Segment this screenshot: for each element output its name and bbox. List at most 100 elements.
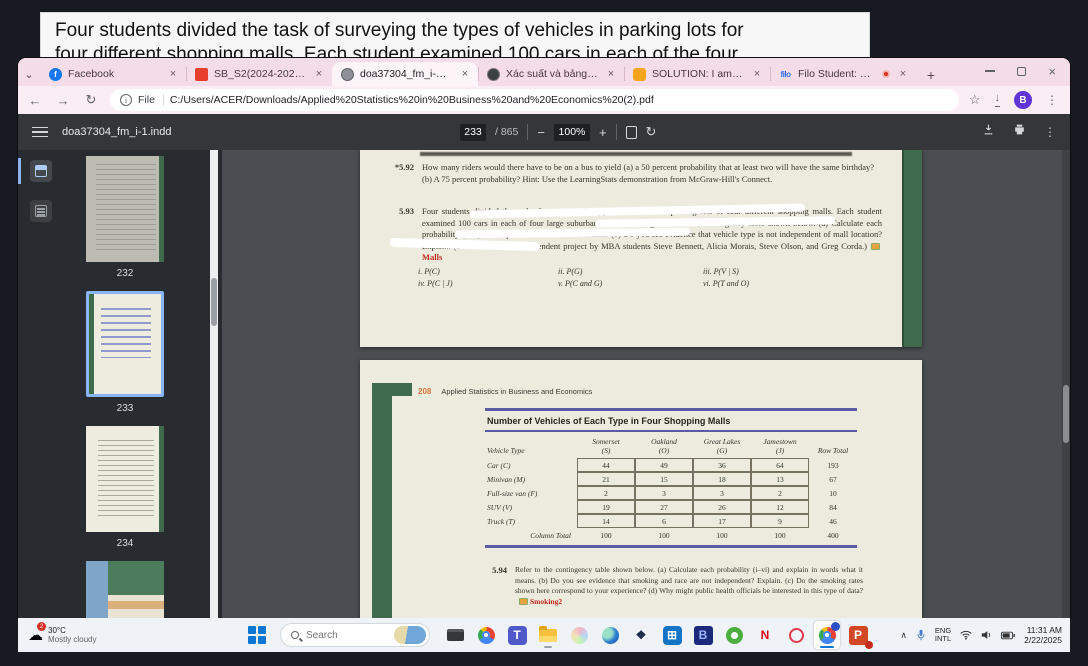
search-highlight-image[interactable] [394, 626, 426, 644]
chrome-active-icon[interactable] [814, 621, 840, 649]
tab-pdf-active[interactable]: doa37304_fm_i-1.indd × [332, 62, 478, 86]
close-icon[interactable]: × [312, 67, 326, 81]
thumbnail-page-234[interactable] [86, 426, 164, 532]
tab-search-button[interactable]: ⌄ [18, 62, 40, 86]
dataset-tag: Smoking2 [530, 596, 563, 606]
maximize-button[interactable] [1017, 66, 1027, 76]
tab-solution[interactable]: SOLUTION: I am very lost × [624, 62, 770, 86]
dropbox-icon[interactable]: ❖ [628, 621, 654, 649]
page-number-input[interactable]: 233 [460, 123, 486, 141]
taskbar-clock[interactable]: 11:31 AM 2/22/2025 [1024, 625, 1062, 645]
pdf-favicon [341, 67, 354, 81]
wifi-icon[interactable] [960, 630, 972, 640]
close-icon[interactable]: × [750, 67, 764, 81]
language-indicator[interactable]: ENG INTL [935, 626, 951, 644]
start-button[interactable] [248, 626, 266, 644]
problem-text: How many riders would there have to be o… [422, 162, 874, 184]
thumbnail-page-232[interactable] [86, 156, 164, 262]
downloads-icon[interactable]: ↓ [994, 93, 1000, 107]
chrome-icon[interactable] [473, 621, 499, 649]
pdf-page-controls: 233 / 865 − 100% + ↻ [460, 123, 657, 141]
row-label: Minivan (M) [487, 474, 526, 484]
coccoc-icon[interactable] [721, 621, 747, 649]
zoom-in-button[interactable]: + [599, 125, 607, 140]
minimize-button[interactable] [985, 70, 996, 72]
opera-icon[interactable] [783, 621, 809, 649]
thumbnail-label: 232 [116, 268, 134, 279]
pdf-menu-icon[interactable] [32, 126, 48, 138]
search-input[interactable] [306, 629, 386, 641]
thumbnail-content [101, 308, 151, 358]
column-total: 100 [600, 530, 612, 540]
pdf-more-icon[interactable]: ⋮ [1044, 125, 1056, 139]
sidebar-scrollbar-thumb[interactable] [211, 278, 217, 326]
prob-item: i. P(C) [418, 267, 440, 276]
table-cell: 49 [635, 458, 693, 472]
close-icon[interactable]: × [458, 67, 472, 81]
forward-button[interactable]: → [54, 91, 72, 109]
close-icon[interactable]: × [896, 67, 910, 81]
copilot-icon[interactable] [566, 621, 592, 649]
teams-icon[interactable]: T [504, 621, 530, 649]
tray-chevron-up-icon[interactable]: ∧ [900, 630, 907, 641]
close-window-button[interactable]: × [1048, 65, 1056, 78]
rotate-icon[interactable]: ↻ [646, 124, 657, 140]
windows-logo-icon [248, 626, 256, 634]
thumbnails-view-button[interactable] [30, 160, 52, 182]
table-cell: 27 [635, 500, 693, 514]
overlay-line1: Four students divided the task of survey… [55, 20, 744, 41]
sidebar-scrollbar[interactable] [210, 150, 218, 618]
close-icon[interactable]: × [604, 67, 618, 81]
bluebook-app-icon[interactable]: B [690, 621, 716, 649]
edge-icon[interactable] [597, 621, 623, 649]
tab-filo[interactable]: filo Filo Student: World's O × [770, 62, 916, 86]
speaker-icon[interactable] [981, 630, 992, 640]
new-tab-button[interactable]: + [920, 64, 942, 86]
table-cell: 21 [577, 472, 635, 486]
column-total: 100 [716, 530, 728, 540]
url-omnibox[interactable]: i File C:/Users/ACER/Downloads/Applied%2… [110, 89, 959, 111]
profile-avatar[interactable]: B [1014, 91, 1032, 109]
battery-icon[interactable] [1001, 631, 1016, 640]
pdf-scrollbar-thumb[interactable] [1063, 385, 1069, 443]
fit-page-icon[interactable] [625, 125, 637, 139]
pdf-main-view[interactable]: *5.92 How many riders would there have t… [222, 150, 1070, 618]
powerpoint-icon[interactable]: P [845, 621, 873, 649]
bookmark-star-icon[interactable]: ☆ [969, 92, 981, 108]
cropped-text-line [420, 152, 852, 156]
page-green-bar [902, 150, 922, 347]
close-icon[interactable]: × [166, 67, 180, 81]
outline-view-button[interactable] [30, 200, 52, 222]
weather-widget[interactable]: ☁ 2 30°C Mostly cloudy [28, 622, 96, 644]
pdf-scrollbar[interactable] [1062, 150, 1070, 618]
zoom-out-button[interactable]: − [537, 125, 545, 140]
thumbnail-page-chapter-cover[interactable] [86, 561, 164, 618]
date-label: 2/22/2025 [1024, 635, 1062, 645]
laptop-app-icon[interactable] [442, 621, 468, 649]
pdf-print-icon[interactable] [1013, 123, 1026, 141]
book-title: Applied Statistics in Business and Econo… [441, 387, 593, 396]
thumbnail-page-233-selected[interactable] [86, 291, 164, 397]
file-scheme-chip[interactable]: File [138, 94, 164, 106]
tab-xac-suat[interactable]: Xác suất và bảng tần số × [478, 62, 624, 86]
tab-sb-document[interactable]: SB_S2(2024-2025)DH50IS × [186, 62, 332, 86]
microphone-icon[interactable] [916, 629, 926, 641]
reload-button[interactable]: ↻ [82, 91, 100, 109]
zoom-level-input[interactable]: 100% [553, 123, 590, 141]
microsoft-store-icon[interactable]: ⊞ [659, 621, 685, 649]
pdf-page-233: *5.92 How many riders would there have t… [360, 150, 922, 347]
table-title: Number of Vehicles of Each Type in Four … [487, 416, 731, 426]
taskbar-search[interactable] [280, 623, 430, 647]
problem-number: *5.92 [394, 162, 414, 172]
col-header: Great Lakes (G) [703, 437, 741, 455]
pdf-body: 232 233 234 *5.92 How many riders would … [18, 150, 1070, 618]
pdf-download-icon[interactable] [982, 123, 995, 141]
browser-menu-icon[interactable]: ⋮ [1046, 93, 1058, 107]
back-button[interactable]: ← [26, 91, 44, 109]
tab-facebook[interactable]: f Facebook × [40, 62, 186, 86]
dataset-cd-icon [519, 597, 528, 605]
table-cell: 15 [635, 472, 693, 486]
address-bar-actions: ☆ ↓ B ⋮ [969, 91, 1062, 109]
file-explorer-icon[interactable] [535, 621, 561, 649]
netflix-icon[interactable]: N [752, 621, 778, 649]
